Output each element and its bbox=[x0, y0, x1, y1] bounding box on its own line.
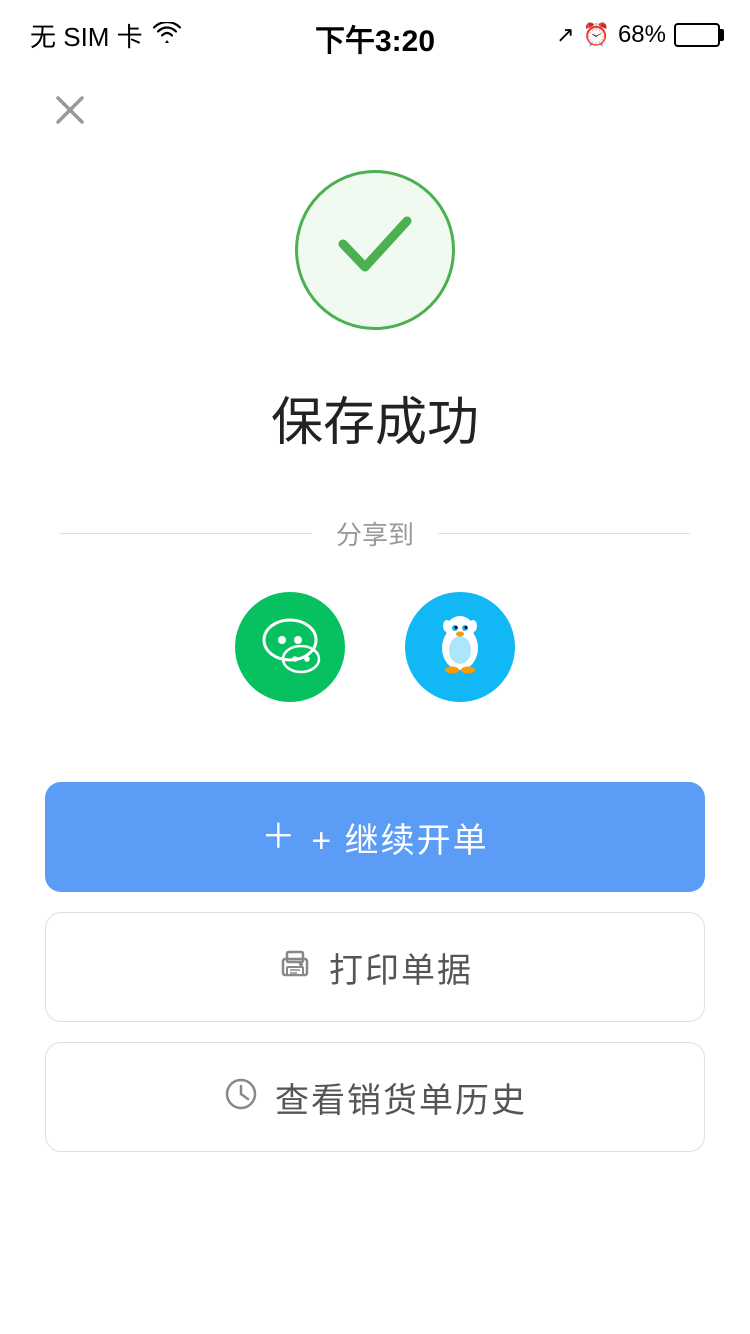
share-section: 分享到 bbox=[0, 515, 750, 702]
success-title: 保存成功 bbox=[271, 380, 479, 455]
print-label: 打印单据 bbox=[329, 943, 473, 992]
history-button[interactable]: 查看销货单历史 bbox=[45, 1042, 705, 1152]
share-divider-text: 分享到 bbox=[336, 515, 414, 552]
share-divider: 分享到 bbox=[0, 515, 750, 552]
status-time: 下午3:20 bbox=[315, 16, 435, 60]
plus-icon: ＋ bbox=[261, 820, 295, 854]
actions: ＋ + 继续开单 打印单据 bbox=[45, 782, 705, 1152]
wechat-icon bbox=[255, 612, 325, 682]
share-icons bbox=[235, 592, 515, 702]
wifi-icon bbox=[153, 20, 181, 51]
carrier-text: 无 SIM 卡 bbox=[30, 17, 143, 54]
location-icon: ↗ bbox=[556, 22, 574, 48]
alarm-icon: ⏰ bbox=[583, 22, 610, 48]
continue-button[interactable]: ＋ + 继续开单 bbox=[45, 782, 705, 892]
printer-icon bbox=[277, 946, 313, 988]
check-icon bbox=[335, 209, 415, 292]
battery-percent: 68% bbox=[618, 21, 666, 49]
main-content: 保存成功 分享到 bbox=[0, 70, 750, 1152]
status-bar: 无 SIM 卡 下午3:20 ↗ ⏰ 68% bbox=[0, 0, 750, 70]
share-qq-button[interactable] bbox=[405, 592, 515, 702]
continue-label: + 继续开单 bbox=[311, 813, 488, 862]
history-label: 查看销货单历史 bbox=[275, 1073, 527, 1122]
status-right: ↗ ⏰ 68% bbox=[556, 21, 720, 49]
share-wechat-button[interactable] bbox=[235, 592, 345, 702]
clock-icon bbox=[223, 1076, 259, 1118]
battery-bar bbox=[674, 23, 720, 47]
qq-icon bbox=[425, 612, 495, 682]
success-circle bbox=[295, 170, 455, 330]
print-button[interactable]: 打印单据 bbox=[45, 912, 705, 1022]
close-button[interactable] bbox=[40, 80, 100, 140]
status-left: 无 SIM 卡 bbox=[30, 17, 181, 54]
